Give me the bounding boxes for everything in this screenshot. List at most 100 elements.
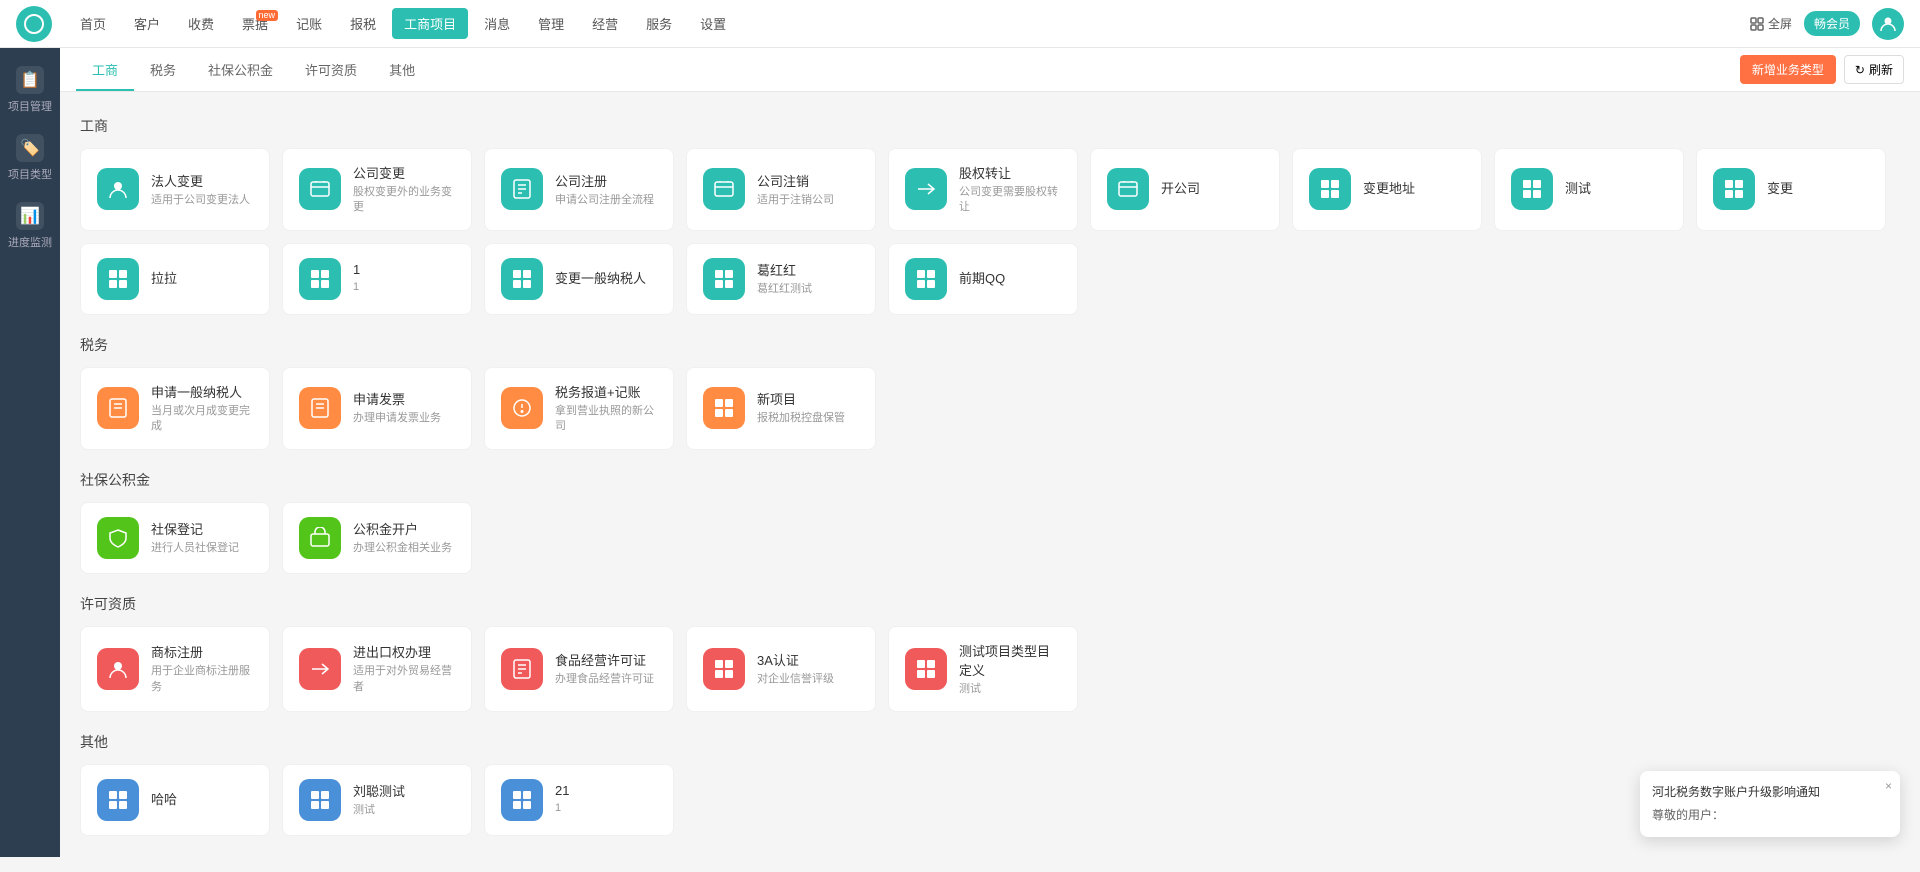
card-商标注册[interactable]: 商标注册 用于企业商标注册服务 <box>80 626 270 712</box>
card-icon <box>299 517 341 559</box>
nav-items: 首页客户收费票据new记账报税工商项目消息管理经营服务设置 <box>68 8 1750 39</box>
card-测试[interactable]: 测试 <box>1494 148 1684 231</box>
logo <box>16 6 52 42</box>
card-icon <box>501 258 543 300</box>
card-申请一般纳税人[interactable]: 申请一般纳税人 当月或次月成变更完成 <box>80 367 270 450</box>
tab-其他[interactable]: 其他 <box>373 50 431 91</box>
card-info: 1 1 <box>353 262 455 295</box>
card-desc: 适用于公司变更法人 <box>151 193 253 208</box>
card-开公司[interactable]: 开公司 <box>1090 148 1280 231</box>
card-公司注册[interactable]: 公司注册 申请公司注册全流程 <box>484 148 674 231</box>
cards-grid-other: 哈哈 刘聪测试 测试 21 1 <box>80 764 1900 836</box>
sidebar: 📋 项目管理🏷️ 项目类型📊 进度监测 <box>0 48 60 857</box>
card-进出口权办理[interactable]: 进出口权办理 适用于对外贸易经营者 <box>282 626 472 712</box>
nav-item-客户[interactable]: 客户 <box>122 8 172 39</box>
card-desc: 适用于对外贸易经营者 <box>353 664 455 695</box>
tab-税务[interactable]: 税务 <box>134 50 192 91</box>
nav-item-收费[interactable]: 收费 <box>176 8 226 39</box>
nav-item-票据[interactable]: 票据new <box>230 8 280 39</box>
sidebar-icon: 🏷️ <box>16 134 44 162</box>
card-icon <box>299 648 341 690</box>
card-社保登记[interactable]: 社保登记 进行人员社保登记 <box>80 502 270 574</box>
section-title-other: 其他 <box>80 732 1900 752</box>
card-拉拉[interactable]: 拉拉 <box>80 243 270 315</box>
card-title: 申请一般纳税人 <box>151 382 253 401</box>
sidebar-item-项目类型[interactable]: 🏷️ 项目类型 <box>0 124 60 192</box>
card-info: 前期QQ <box>959 268 1061 290</box>
tab-社保公积金[interactable]: 社保公积金 <box>192 50 289 91</box>
card-公司变更[interactable]: 公司变更 股权变更外的业务变更 <box>282 148 472 231</box>
tab-工商[interactable]: 工商 <box>76 50 134 91</box>
card-info: 法人变更 适用于公司变更法人 <box>151 171 253 208</box>
notification-close-button[interactable]: × <box>1885 779 1892 793</box>
card-title: 税务报道+记账 <box>555 382 657 401</box>
card-desc: 测试 <box>959 682 1061 697</box>
card-icon <box>501 168 543 210</box>
card-info: 葛红红 葛红红测试 <box>757 260 859 297</box>
card-申请发票[interactable]: 申请发票 办理申请发票业务 <box>282 367 472 450</box>
nav-item-管理[interactable]: 管理 <box>526 8 576 39</box>
sidebar-item-项目管理[interactable]: 📋 项目管理 <box>0 56 60 124</box>
card-info: 3A认证 对企业信誉评级 <box>757 650 859 687</box>
card-哈哈[interactable]: 哈哈 <box>80 764 270 836</box>
card-desc: 办理申请发票业务 <box>353 411 455 426</box>
sidebar-item-进度监测[interactable]: 📊 进度监测 <box>0 192 60 260</box>
card-icon <box>97 648 139 690</box>
card-icon <box>501 648 543 690</box>
card-info: 社保登记 进行人员社保登记 <box>151 519 253 556</box>
card-info: 开公司 <box>1161 178 1263 200</box>
card-税务报道+记账[interactable]: 税务报道+记账 拿到营业执照的新公司 <box>484 367 674 450</box>
card-desc: 1 <box>555 801 657 816</box>
card-desc: 进行人员社保登记 <box>151 541 253 556</box>
card-info: 公司变更 股权变更外的业务变更 <box>353 163 455 216</box>
add-type-button[interactable]: 新增业务类型 <box>1740 55 1836 84</box>
card-icon <box>1713 168 1755 210</box>
tabs-container: 工商税务社保公积金许可资质其他 <box>76 50 431 90</box>
card-icon <box>299 779 341 821</box>
nav-item-服务[interactable]: 服务 <box>634 8 684 39</box>
nav-item-记账[interactable]: 记账 <box>284 8 334 39</box>
card-公司注销[interactable]: 公司注销 适用于注销公司 <box>686 148 876 231</box>
card-1[interactable]: 1 1 <box>282 243 472 315</box>
card-刘聪测试[interactable]: 刘聪测试 测试 <box>282 764 472 836</box>
cards-grid-gongshang: 法人变更 适用于公司变更法人 公司变更 股权变更外的业务变更 公司注册 申请公司… <box>80 148 1900 315</box>
content-area: 工商 法人变更 适用于公司变更法人 公司变更 股权变更外的业务变更 公司注册 <box>60 92 1920 872</box>
card-desc: 用于企业商标注册服务 <box>151 664 253 695</box>
sidebar-label: 项目管理 <box>8 98 52 114</box>
card-变更地址[interactable]: 变更地址 <box>1292 148 1482 231</box>
section-title-xuke: 许可资质 <box>80 594 1900 614</box>
card-desc: 适用于注销公司 <box>757 193 859 208</box>
card-title: 前期QQ <box>959 268 1061 287</box>
card-测试项目类型目定义[interactable]: 测试项目类型目定义 测试 <box>888 626 1078 712</box>
card-3A认证[interactable]: 3A认证 对企业信誉评级 <box>686 626 876 712</box>
nav-item-报税[interactable]: 报税 <box>338 8 388 39</box>
card-葛红红[interactable]: 葛红红 葛红红测试 <box>686 243 876 315</box>
vip-button[interactable]: 畅会员 <box>1804 11 1860 36</box>
card-title: 法人变更 <box>151 171 253 190</box>
card-法人变更[interactable]: 法人变更 适用于公司变更法人 <box>80 148 270 231</box>
card-title: 公司注册 <box>555 171 657 190</box>
card-icon <box>299 168 341 210</box>
card-公积金开户[interactable]: 公积金开户 办理公积金相关业务 <box>282 502 472 574</box>
card-21[interactable]: 21 1 <box>484 764 674 836</box>
card-icon <box>501 387 543 429</box>
card-title: 变更地址 <box>1363 178 1465 197</box>
card-title: 哈哈 <box>151 789 253 808</box>
refresh-button[interactable]: ↻ 刷新 <box>1844 55 1904 84</box>
nav-item-工商项目[interactable]: 工商项目 <box>392 8 468 39</box>
nav-item-消息[interactable]: 消息 <box>472 8 522 39</box>
nav-item-经营[interactable]: 经营 <box>580 8 630 39</box>
card-icon <box>905 168 947 210</box>
fullscreen-button[interactable]: 全屏 <box>1750 15 1792 32</box>
tab-许可资质[interactable]: 许可资质 <box>289 50 373 91</box>
card-新项目[interactable]: 新项目 报税加税控盘保管 <box>686 367 876 450</box>
card-前期QQ[interactable]: 前期QQ <box>888 243 1078 315</box>
card-股权转让[interactable]: 股权转让 公司变更需要股权转让 <box>888 148 1078 231</box>
card-食品经营许可证[interactable]: 食品经营许可证 办理食品经营许可证 <box>484 626 674 712</box>
nav-item-设置[interactable]: 设置 <box>688 8 738 39</box>
section-title-gongshang: 工商 <box>80 116 1900 136</box>
avatar[interactable] <box>1872 8 1904 40</box>
card-变更一般纳税人[interactable]: 变更一般纳税人 <box>484 243 674 315</box>
nav-item-首页[interactable]: 首页 <box>68 8 118 39</box>
card-变更[interactable]: 变更 <box>1696 148 1886 231</box>
